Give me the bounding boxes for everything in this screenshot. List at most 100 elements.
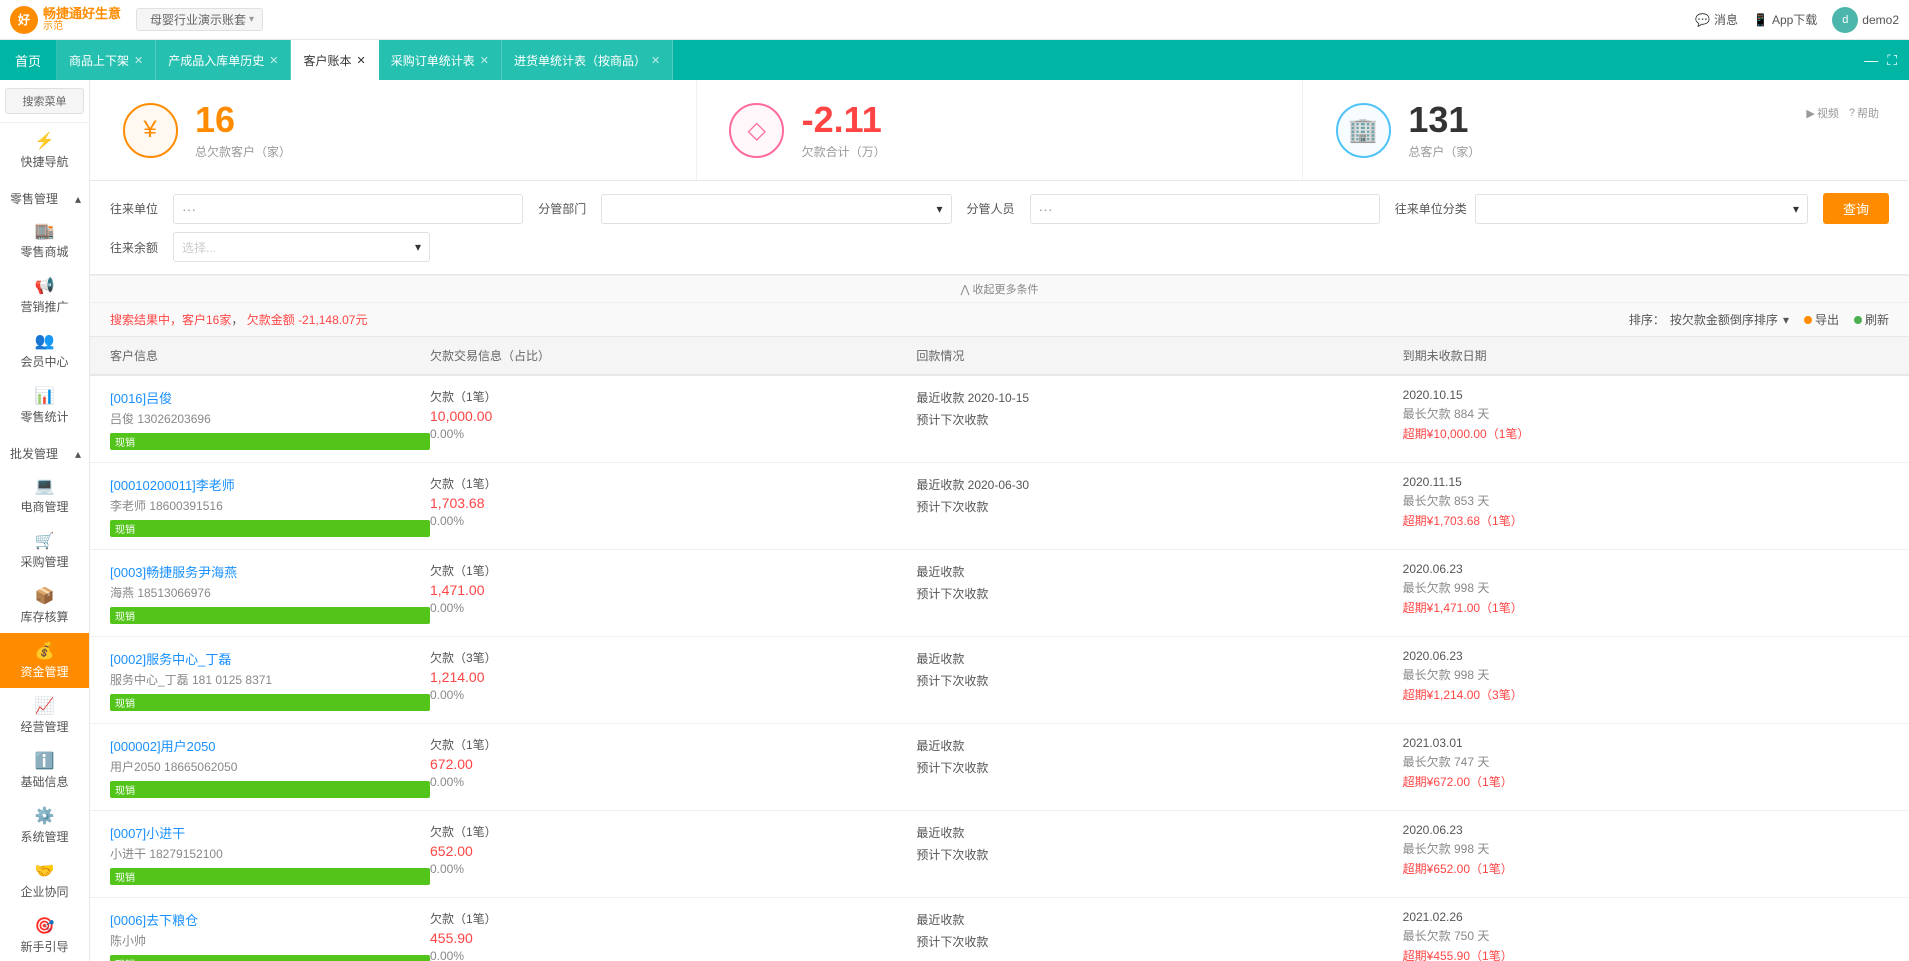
sidebar-item-enterprise[interactable]: 🤝 企业协同: [0, 853, 89, 908]
sidebar-item-marketing[interactable]: 📢 营销推广: [0, 268, 89, 323]
customer-name-0[interactable]: [0016]吕俊: [110, 388, 430, 407]
video-btn[interactable]: ▶ 视频: [1806, 105, 1838, 121]
store-selector[interactable]: 母婴行业演示账套 ▾: [136, 8, 263, 31]
balance-select[interactable]: 选择... ▾: [173, 232, 430, 262]
debt-info-2: 欠款（1笔） 1,471.00 0.00%: [430, 562, 916, 615]
card-number-3: 131: [1408, 100, 1791, 140]
tab-controls: — ⛶: [1852, 50, 1909, 71]
data-table: 客户信息 欠款交易信息（占比） 回款情况 到期未收款日期 [0016]吕俊 吕俊…: [90, 337, 1909, 961]
due-date-4: 2021.03.01: [1403, 736, 1889, 750]
tab-production[interactable]: 产成品入库单历史 ✕: [156, 40, 291, 80]
customer-name-3[interactable]: [0002]服务中心_丁磊: [110, 649, 430, 668]
help-icon: ?: [1849, 107, 1855, 119]
collapse-icon: ⋀: [960, 284, 972, 296]
category-select[interactable]: ▾: [1475, 194, 1808, 224]
debt-amount-3: 1,214.00: [430, 669, 916, 685]
collapse-label: 收起更多条件: [973, 284, 1039, 296]
refresh-btn[interactable]: 刷新: [1854, 311, 1889, 328]
tab-products-close[interactable]: ✕: [134, 54, 143, 67]
overdue-info-5: 2020.06.23 最长欠款 998 天 超期¥652.00（1笔）: [1403, 823, 1889, 877]
sidebar-item-capital[interactable]: 💰 资金管理: [0, 633, 89, 688]
card-icon-2: ◇: [727, 100, 787, 160]
tab-customer-close[interactable]: ✕: [357, 54, 366, 67]
customer-phone-0: 吕俊 13026203696: [110, 410, 430, 427]
tab-home[interactable]: 首页: [0, 40, 57, 80]
batch-management-arrow: ▴: [75, 447, 81, 461]
manager-input[interactable]: ···: [1030, 194, 1380, 224]
overdue-link-1[interactable]: 超期¥1,703.68（1笔）: [1403, 512, 1889, 529]
export-icon: [1804, 316, 1812, 324]
sidebar-item-quick-nav[interactable]: ⚡ 快捷导航: [0, 123, 89, 178]
app-download-btn[interactable]: 📱 App下载: [1753, 11, 1817, 28]
message-btn[interactable]: 💬 消息: [1695, 11, 1738, 28]
manager-dots: ···: [1039, 201, 1053, 217]
sidebar-item-batch-management[interactable]: 批发管理 ▴: [0, 439, 89, 468]
result-amount-value: -21,148.07元: [298, 313, 367, 327]
tab-production-close[interactable]: ✕: [269, 54, 278, 67]
return-info-6: 最近收款 预计下次收款: [916, 910, 1402, 953]
collapse-bar[interactable]: ⋀ 收起更多条件: [90, 275, 1909, 303]
logo-text: 畅捷通好生意: [43, 6, 121, 22]
result-actions: 排序： 按欠款金额倒序排序 ▾ 导出 刷新: [1629, 311, 1889, 328]
th-overdue: 到期未收款日期: [1403, 347, 1889, 364]
refresh-icon: [1854, 316, 1862, 324]
overdue-link-0[interactable]: 超期¥10,000.00（1笔）: [1403, 425, 1889, 442]
overdue-link-2[interactable]: 超期¥1,471.00（1笔）: [1403, 599, 1889, 616]
customer-name-2[interactable]: [0003]畅捷服务尹海燕: [110, 562, 430, 581]
customer-name-1[interactable]: [00010200011]李老师: [110, 475, 430, 494]
overdue-info-2: 2020.06.23 最长欠款 998 天 超期¥1,471.00（1笔）: [1403, 562, 1889, 616]
tab-purchase-close[interactable]: ✕: [480, 54, 489, 67]
table-row: [0007]小进干 小进干 18279152100 现销 欠款（1笔） 652.…: [90, 811, 1909, 898]
sidebar-item-ecommerce[interactable]: 💻 电商管理: [0, 468, 89, 523]
tab-minimize-btn[interactable]: —: [1862, 50, 1880, 70]
sidebar-item-members[interactable]: 👥 会员中心: [0, 323, 89, 378]
customer-name-5[interactable]: [0007]小进干: [110, 823, 430, 842]
search-button[interactable]: 查询: [1823, 193, 1889, 224]
phone-icon: 📱: [1753, 13, 1768, 27]
tab-purchase[interactable]: 采购订单统计表 ✕: [379, 40, 502, 80]
due-date-3: 2020.06.23: [1403, 649, 1889, 663]
tab-stock[interactable]: 进货单统计表（按商品） ✕: [502, 40, 673, 80]
sidebar-item-purchase[interactable]: 🛒 采购管理: [0, 523, 89, 578]
supplier-input[interactable]: ···: [173, 194, 523, 224]
export-btn[interactable]: 导出: [1804, 311, 1839, 328]
card-content-1: 16 总欠款客户（家）: [195, 100, 666, 160]
next-collection-0: 预计下次收款: [916, 410, 1402, 432]
user-avatar[interactable]: d demo2: [1832, 7, 1899, 33]
tab-products[interactable]: 商品上下架 ✕: [57, 40, 156, 80]
sidebar-item-inventory[interactable]: 📦 库存核算: [0, 578, 89, 633]
search-menu-btn[interactable]: 搜索菜单: [5, 88, 84, 114]
customer-name-4[interactable]: [000002]用户2050: [110, 736, 430, 755]
sidebar-item-retail-stats[interactable]: 📊 零售统计: [0, 378, 89, 433]
overdue-link-5[interactable]: 超期¥652.00（1笔）: [1403, 860, 1889, 877]
help-btn[interactable]: ? 帮助: [1849, 105, 1879, 121]
dept-select[interactable]: ▾: [601, 194, 951, 224]
sidebar-item-basic-info[interactable]: ℹ️ 基础信息: [0, 743, 89, 798]
tab-stock-label: 进货单统计表（按商品）: [514, 52, 646, 69]
sidebar-item-guide[interactable]: 🎯 新手引导: [0, 908, 89, 961]
last-collection-2: 最近收款: [916, 562, 1402, 584]
balance-label: 往来余额: [110, 239, 165, 256]
operations-icon: 📈: [5, 696, 84, 716]
customer-name-6[interactable]: [0006]去下粮仓: [110, 910, 430, 929]
overdue-days-2: 最长欠款 998 天: [1403, 579, 1889, 596]
debt-amount-1: 1,703.68: [430, 495, 916, 511]
customer-info-2: [0003]畅捷服务尹海燕 海燕 18513066976 现销: [110, 562, 430, 624]
table-body: [0016]吕俊 吕俊 13026203696 现销 欠款（1笔） 10,000…: [90, 376, 1909, 961]
overdue-link-4[interactable]: 超期¥672.00（1笔）: [1403, 773, 1889, 790]
sidebar-item-operations[interactable]: 📈 经营管理: [0, 688, 89, 743]
last-collection-6: 最近收款: [916, 910, 1402, 932]
table-row: [0002]服务中心_丁磊 服务中心_丁磊 181 0125 8371 现销 欠…: [90, 637, 1909, 724]
tab-maximize-btn[interactable]: ⛶: [1885, 50, 1899, 71]
next-collection-2: 预计下次收款: [916, 584, 1402, 606]
overdue-link-6[interactable]: 超期¥455.90（1笔）: [1403, 947, 1889, 961]
overdue-link-3[interactable]: 超期¥1,214.00（3笔）: [1403, 686, 1889, 703]
debt-amount-5: 652.00: [430, 843, 916, 859]
sidebar-item-system[interactable]: ⚙️ 系统管理: [0, 798, 89, 853]
sidebar-item-retail-mall[interactable]: 🏬 零售商城: [0, 213, 89, 268]
sort-select[interactable]: 排序： 按欠款金额倒序排序 ▾: [1629, 311, 1789, 328]
sidebar-item-retail-management[interactable]: 零售管理 ▴: [0, 184, 89, 213]
tab-customer[interactable]: 客户账本 ✕: [291, 40, 378, 80]
result-amount-label: 欠款金额: [247, 313, 295, 327]
tab-stock-close[interactable]: ✕: [651, 54, 660, 67]
